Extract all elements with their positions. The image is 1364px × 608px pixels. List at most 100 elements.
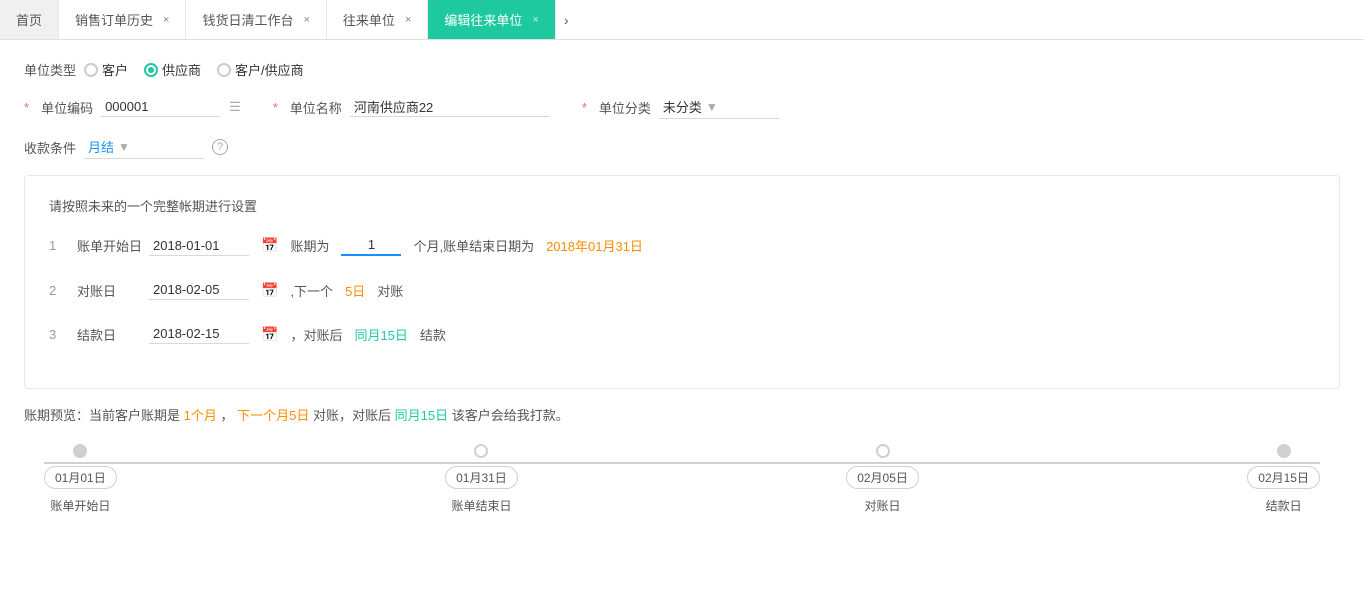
period-row-2-num: 2 — [49, 283, 65, 298]
reconcile-date-input[interactable] — [149, 280, 249, 300]
preview-text: 账期预览：当前客户账期是 1个月 ， 下一个月5日 对账，对账后 同月15日 该… — [24, 405, 1340, 424]
period-row-3-label: 结款日 — [77, 325, 137, 344]
preview-label: 账期预览：当前客户账期是 — [24, 408, 180, 423]
tab-sales-history-label: 销售订单历史 — [75, 10, 153, 29]
period-row-1: 1 账单开始日 📅 账期为 个月,账单结束日期为 2018年01月31日 — [49, 235, 1315, 256]
main-content: 单位类型 客户 供应商 客户/供应商 * 单位编码 — [0, 40, 1364, 608]
tabs-more-button[interactable]: › — [556, 0, 577, 39]
radio-supplier[interactable]: 供应商 — [144, 60, 201, 79]
preview-text3: 对账，对账后 — [313, 408, 391, 423]
radio-supplier-label: 供应商 — [162, 60, 201, 79]
unit-code-field: * 单位编码 ☰ — [24, 97, 241, 117]
tab-cash-work-label: 钱货日清工作台 — [202, 10, 293, 29]
timeline-node-2: 02月05日 对账日 — [846, 444, 919, 514]
timeline-dots: 01月01日 账单开始日 01月31日 账单结束日 02月05日 对账日 02月… — [44, 444, 1320, 514]
start-date-input[interactable] — [149, 236, 249, 256]
payment-date-calendar-icon[interactable]: 📅 — [261, 326, 278, 343]
unit-code-icon[interactable]: ☰ — [229, 99, 241, 115]
tab-cash-work-close[interactable]: × — [303, 14, 309, 26]
unit-category-required: * — [582, 100, 587, 115]
unit-type-row: 单位类型 客户 供应商 客户/供应商 — [24, 60, 1340, 79]
period-row-2-highlight: 5日 — [345, 281, 365, 300]
period-row-3-desc2: 结款 — [420, 325, 446, 344]
period-row-1-end-date: 2018年01月31日 — [546, 236, 643, 255]
tab-sales-history[interactable]: 销售订单历史 × — [59, 0, 186, 39]
timeline-dot-3 — [1277, 444, 1291, 458]
period-row-1-num: 1 — [49, 238, 65, 253]
period-row-2: 2 对账日 📅 ,下一个 5日 对账 — [49, 280, 1315, 300]
unit-info-row: * 单位编码 ☰ * 单位名称 * 单位分类 未分类 ▼ — [24, 95, 1340, 119]
preview-part2: 下一个月5日 — [237, 408, 309, 423]
timeline-label-3: 结款日 — [1266, 497, 1302, 514]
radio-customer-label: 客户 — [102, 60, 128, 79]
radio-both-label: 客户/供应商 — [235, 60, 304, 79]
timeline-badge-3: 02月15日 — [1247, 466, 1320, 489]
months-input[interactable] — [341, 235, 401, 256]
unit-category-dropdown-icon: ▼ — [706, 100, 718, 114]
payment-terms-dropdown-icon: ▼ — [118, 140, 130, 154]
tab-home-label: 首页 — [16, 10, 42, 29]
radio-both[interactable]: 客户/供应商 — [217, 60, 304, 79]
period-settings-box: 请按照未来的一个完整帐期进行设置 1 账单开始日 📅 账期为 个月,账单结束日期… — [24, 175, 1340, 389]
payment-terms-help-icon[interactable]: ? — [212, 139, 228, 155]
period-row-2-desc2: 对账 — [377, 281, 403, 300]
tab-edit-partner-close[interactable]: × — [532, 14, 538, 26]
tab-sales-history-close[interactable]: × — [163, 14, 169, 26]
unit-type-radio-group: 客户 供应商 客户/供应商 — [84, 60, 304, 79]
payment-terms-value: 月结 — [88, 137, 114, 156]
timeline-node-3: 02月15日 结款日 — [1247, 444, 1320, 514]
period-row-1-desc2: 个月,账单结束日期为 — [413, 236, 534, 255]
tabs-bar: 首页 销售订单历史 × 钱货日清工作台 × 往来单位 × 编辑往来单位 × › — [0, 0, 1364, 40]
payment-terms-select[interactable]: 月结 ▼ — [84, 135, 204, 159]
unit-code-required: * — [24, 100, 29, 115]
timeline-label-0: 账单开始日 — [50, 497, 110, 514]
unit-type-label: 单位类型 — [24, 60, 76, 79]
unit-name-required: * — [273, 100, 278, 115]
period-row-2-label: 对账日 — [77, 281, 137, 300]
unit-category-label: 单位分类 — [599, 98, 651, 117]
payment-terms-row: 收款条件 月结 ▼ ? — [24, 135, 1340, 159]
radio-customer-circle — [84, 63, 98, 77]
timeline-node-1: 01月31日 账单结束日 — [445, 444, 518, 514]
unit-category-value: 未分类 — [663, 97, 702, 116]
unit-name-field: * 单位名称 — [273, 97, 550, 117]
preview-part3: 同月15日 — [395, 408, 448, 423]
timeline-container: 01月01日 账单开始日 01月31日 账单结束日 02月05日 对账日 02月… — [24, 444, 1340, 514]
period-row-3-desc1: ，对账后 — [290, 325, 342, 344]
timeline-label-1: 账单结束日 — [451, 497, 511, 514]
timeline-node-0: 01月01日 账单开始日 — [44, 444, 117, 514]
radio-customer[interactable]: 客户 — [84, 60, 128, 79]
tab-home[interactable]: 首页 — [0, 0, 59, 39]
tab-partner-label: 往来单位 — [343, 10, 395, 29]
period-row-1-desc1: 账期为 — [290, 236, 329, 255]
unit-name-label: 单位名称 — [290, 98, 342, 117]
period-row-3-highlight: 同月15日 — [354, 325, 407, 344]
start-date-calendar-icon[interactable]: 📅 — [261, 237, 278, 254]
timeline-badge-2: 02月05日 — [846, 466, 919, 489]
tab-partner[interactable]: 往来单位 × — [327, 0, 428, 39]
unit-name-input[interactable] — [350, 97, 550, 117]
payment-date-input[interactable] — [149, 324, 249, 344]
period-row-1-label: 账单开始日 — [77, 236, 137, 255]
payment-terms-label: 收款条件 — [24, 138, 76, 157]
period-row-2-desc1: ,下一个 — [290, 281, 333, 300]
timeline-dot-1 — [474, 444, 488, 458]
tab-partner-close[interactable]: × — [405, 14, 411, 26]
unit-code-label: 单位编码 — [41, 98, 93, 117]
preview-part1: 1个月 — [184, 408, 217, 423]
preview-text2: ， — [221, 408, 234, 423]
reconcile-date-calendar-icon[interactable]: 📅 — [261, 282, 278, 299]
unit-code-input[interactable] — [101, 97, 221, 117]
timeline-badge-0: 01月01日 — [44, 466, 117, 489]
unit-category-select[interactable]: 未分类 ▼ — [659, 95, 779, 119]
radio-supplier-circle — [144, 63, 158, 77]
period-row-3: 3 结款日 📅 ，对账后 同月15日 结款 — [49, 324, 1315, 344]
tab-edit-partner-label: 编辑往来单位 — [444, 10, 522, 29]
tab-edit-partner[interactable]: 编辑往来单位 × — [428, 0, 555, 39]
unit-type-field: 单位类型 客户 供应商 客户/供应商 — [24, 60, 304, 79]
timeline-label-2: 对账日 — [865, 497, 901, 514]
tab-cash-work[interactable]: 钱货日清工作台 × — [186, 0, 326, 39]
unit-category-field: * 单位分类 未分类 ▼ — [582, 95, 779, 119]
payment-terms-field: 收款条件 月结 ▼ ? — [24, 135, 228, 159]
preview-text4: 该客户会给我打款。 — [452, 408, 569, 423]
